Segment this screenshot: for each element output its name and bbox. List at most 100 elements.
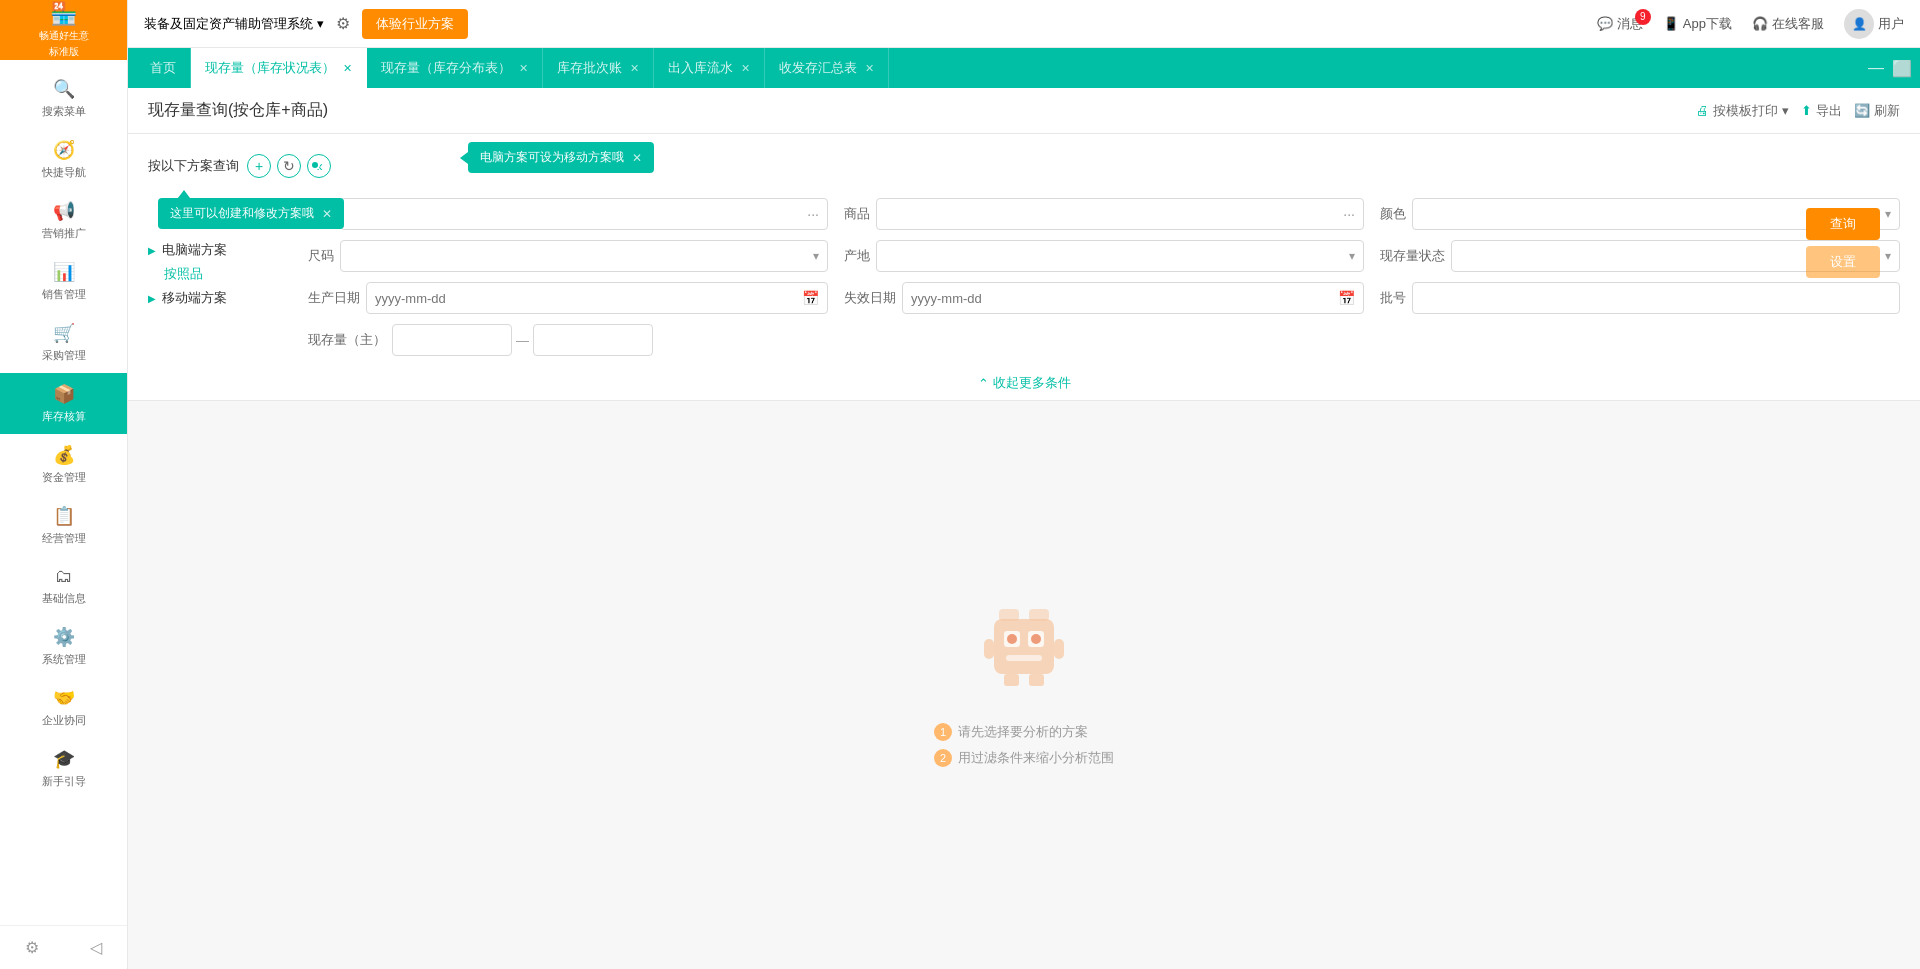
- tab-home[interactable]: 首页: [136, 48, 191, 88]
- support-item[interactable]: 🎧 在线客服: [1752, 15, 1824, 33]
- tab-stock-dist-close[interactable]: ✕: [519, 62, 528, 75]
- app-icon: 📱: [1663, 16, 1679, 31]
- pc-scheme-label: 电脑端方案: [162, 241, 227, 259]
- sidebar-item-system[interactable]: ⚙️ 系统管理: [0, 616, 127, 677]
- mobile-scheme-arrow: ▶: [148, 293, 156, 304]
- sidebar-item-inventory[interactable]: 📦 库存核算: [0, 373, 127, 434]
- user-item[interactable]: 👤 用户: [1844, 9, 1904, 39]
- production-date-input[interactable]: [375, 291, 798, 306]
- sidebar-nav: 🔍 搜索菜单 🧭 快捷导航 📢 营销推广 📊 销售管理 🛒 采购管理 📦 库存核…: [0, 60, 127, 925]
- filter-row-2: 尺码 ▾ 产地 ▾: [308, 240, 1900, 272]
- tip-row-1: 1 请先选择要分析的方案: [934, 719, 1114, 745]
- tab-batch-ledger[interactable]: 库存批次账 ✕: [543, 48, 654, 88]
- tooltip-pc-close[interactable]: ✕: [632, 151, 642, 165]
- warehouse-dots-icon: ···: [807, 206, 819, 222]
- production-date-field: 生产日期 📅: [308, 282, 828, 314]
- sidebar-item-basic[interactable]: 🗂 基础信息: [0, 556, 127, 616]
- reset-button[interactable]: 设置: [1806, 246, 1880, 278]
- sidebar-bottom: ⚙ ◁: [0, 925, 127, 969]
- scheme-pc-item[interactable]: ▶ 电脑端方案: [148, 238, 292, 262]
- print-button[interactable]: 🖨 按模板打印 ▾: [1696, 102, 1789, 120]
- warehouse-field: 仓库 ···: [308, 198, 828, 230]
- sidebar-label-newbie: 新手引导: [42, 774, 86, 789]
- expiry-date-calendar-icon[interactable]: 📅: [1338, 290, 1355, 306]
- sidebar-item-purchase[interactable]: 🛒 采购管理: [0, 312, 127, 373]
- color-label: 颜色: [1380, 205, 1406, 223]
- origin-input[interactable]: [885, 249, 1349, 264]
- export-label: 导出: [1816, 102, 1842, 120]
- scheme-child-item[interactable]: 按照品: [164, 262, 292, 286]
- search-button[interactable]: 查询: [1806, 208, 1880, 240]
- sidebar-item-search[interactable]: 🔍 搜索菜单: [0, 68, 127, 129]
- refresh-button[interactable]: 🔄 刷新: [1854, 102, 1900, 120]
- refresh-scheme-button[interactable]: ↻: [277, 154, 301, 178]
- tab-minimize-icon[interactable]: —: [1868, 59, 1884, 77]
- settings-bottom-icon[interactable]: ⚙: [25, 938, 39, 957]
- tab-in-out-flow[interactable]: 出入库流水 ✕: [654, 48, 765, 88]
- print-label: 按模板打印: [1713, 102, 1778, 120]
- topbar-settings-icon[interactable]: ⚙: [336, 14, 350, 33]
- page-header: 现存量查询(按仓库+商品) 🖨 按模板打印 ▾ ⬆ 导出 🔄 刷新: [128, 88, 1920, 134]
- tooltip-pc-scheme: 电脑方案可设为移动方案哦 ✕: [468, 142, 654, 173]
- dropdown-arrow-icon: ▾: [317, 16, 324, 31]
- purchase-nav-icon: 🛒: [53, 322, 75, 344]
- tab-batch-ledger-close[interactable]: ✕: [630, 62, 639, 75]
- sidebar-item-newbie[interactable]: 🎓 新手引导: [0, 738, 127, 799]
- sidebar-label-purchase: 采购管理: [42, 348, 86, 363]
- warehouse-input[interactable]: [349, 207, 803, 222]
- tab-stock-dist[interactable]: 现存量（库存分布表） ✕: [367, 48, 543, 88]
- scheme-mobile-item[interactable]: ▶ 移动端方案: [148, 286, 292, 310]
- newbie-nav-icon: 🎓: [53, 748, 75, 770]
- tab-maximize-icon[interactable]: ⬜: [1892, 59, 1912, 78]
- sidebar-item-operation[interactable]: 📋 经营管理: [0, 495, 127, 556]
- collapse-bottom-icon[interactable]: ◁: [90, 938, 102, 957]
- tabbar: 首页 现存量（库存状况表） ✕ 现存量（库存分布表） ✕ 库存批次账 ✕ 出入库…: [128, 48, 1920, 88]
- collapse-label: 收起更多条件: [993, 374, 1071, 392]
- goods-field: 商品 ···: [844, 198, 1364, 230]
- sales-nav-icon: 📊: [53, 261, 75, 283]
- sidebar-item-finance[interactable]: 💰 资金管理: [0, 434, 127, 495]
- add-scheme-button[interactable]: +: [247, 154, 271, 178]
- tab-in-out-flow-close[interactable]: ✕: [741, 62, 750, 75]
- tooltip-create-text: 这里可以创建和修改方案哦: [170, 205, 314, 222]
- empty-state: 1 请先选择要分析的方案 2 用过滤条件来缩小分析范围: [128, 401, 1920, 969]
- goods-input[interactable]: [885, 207, 1339, 222]
- export-button[interactable]: ⬆ 导出: [1801, 102, 1842, 120]
- user-label: 用户: [1878, 15, 1904, 33]
- sidebar-item-marketing[interactable]: 📢 营销推广: [0, 190, 127, 251]
- search-area: 查询 设置: [1806, 208, 1880, 278]
- tip-num-1: 1: [934, 723, 952, 741]
- print-dropdown-icon: ▾: [1782, 103, 1789, 118]
- expiry-date-input[interactable]: [911, 291, 1334, 306]
- tab-receive-send-close[interactable]: ✕: [865, 62, 874, 75]
- goods-label: 商品: [844, 205, 870, 223]
- message-item[interactable]: 💬 消息 9: [1597, 15, 1643, 33]
- stock-main-from-input[interactable]: [392, 324, 512, 356]
- size-input[interactable]: [349, 249, 813, 264]
- export-icon: ⬆: [1801, 103, 1812, 118]
- tab-stock-status-label: 现存量（库存状况表）: [205, 59, 335, 77]
- tab-stock-status[interactable]: 现存量（库存状况表） ✕: [191, 48, 367, 88]
- tab-window-actions: — ⬜: [1868, 59, 1912, 78]
- tooltip-pc-text: 电脑方案可设为移动方案哦: [480, 149, 624, 166]
- sidebar-item-sales[interactable]: 📊 销售管理: [0, 251, 127, 312]
- system-title-dropdown[interactable]: 装备及固定资产辅助管理系统 ▾: [144, 15, 324, 33]
- collapse-bar[interactable]: ⌃ 收起更多条件: [148, 366, 1900, 400]
- svg-rect-6: [984, 639, 994, 659]
- sidebar-item-enterprise[interactable]: 🤝 企业协同: [0, 677, 127, 738]
- stock-status-label: 现存量状态: [1380, 247, 1445, 265]
- batch-input[interactable]: [1412, 282, 1900, 314]
- tab-receive-send[interactable]: 收发存汇总表 ✕: [765, 48, 889, 88]
- stock-main-field: 现存量（主） —: [308, 324, 1900, 356]
- industry-button[interactable]: 体验行业方案: [362, 9, 468, 39]
- stock-main-to-input[interactable]: [533, 324, 653, 356]
- stock-main-label: 现存量（主）: [308, 331, 386, 349]
- tab-stock-status-close[interactable]: ✕: [343, 62, 352, 75]
- sidebar-item-guide[interactable]: 🧭 快捷导航: [0, 129, 127, 190]
- content-area: 现存量查询(按仓库+商品) 🖨 按模板打印 ▾ ⬆ 导出 🔄 刷新: [128, 88, 1920, 969]
- guide-nav-icon: 🧭: [53, 139, 75, 161]
- app-download-item[interactable]: 📱 App下载: [1663, 15, 1732, 33]
- tooltip-create-close[interactable]: ✕: [322, 207, 332, 221]
- topbar-right: 💬 消息 9 📱 App下载 🎧 在线客服 👤 用户: [1597, 9, 1904, 39]
- production-date-calendar-icon[interactable]: 📅: [802, 290, 819, 306]
